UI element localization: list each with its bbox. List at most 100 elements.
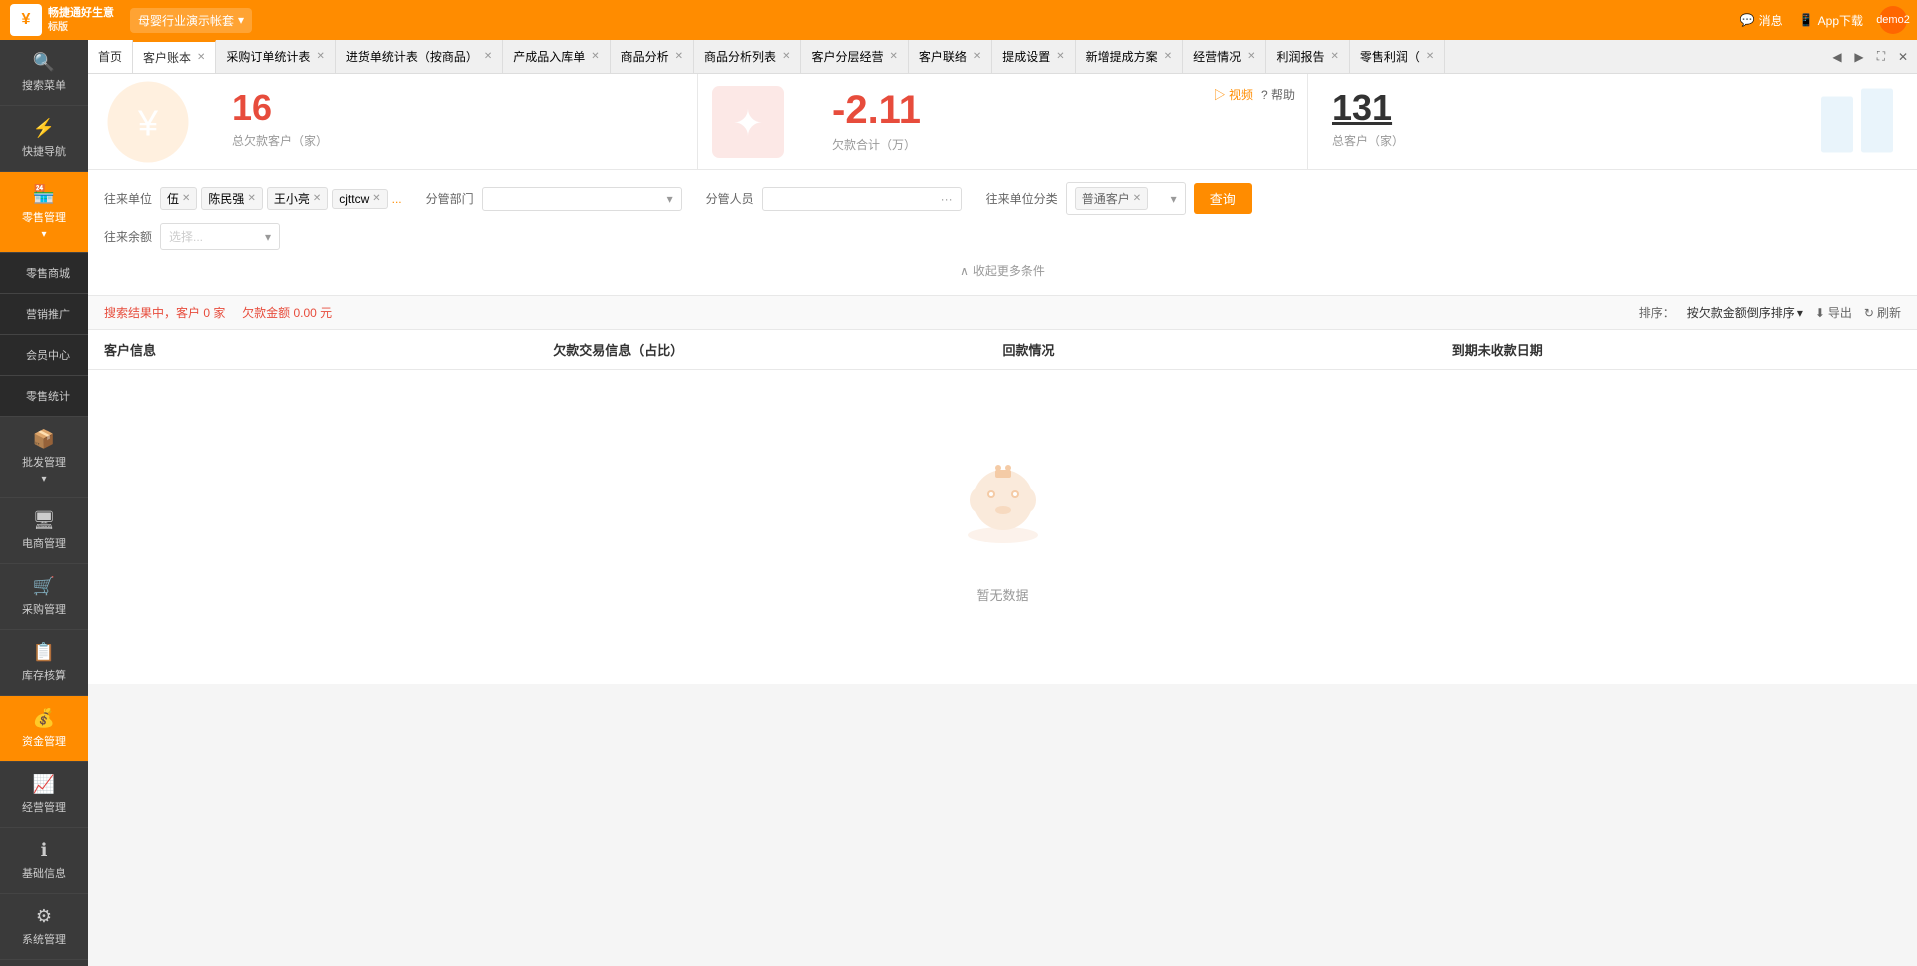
sidebar-item-system[interactable]: ⚙ 系统管理 [0,894,88,960]
finance-icon: 💰 [33,708,55,729]
tab-retail-profit[interactable]: 零售利润（ ✕ [1350,40,1445,74]
tab-customer-account[interactable]: 客户账本 ✕ [133,40,216,74]
industry-selector[interactable]: 母婴行业演示帐套 ▾ [130,8,252,33]
sidebar-item-wholesale[interactable]: 📦 批发管理 ▾ [0,417,88,498]
unit-class-dropdown-icon: ▾ [1171,192,1177,206]
tab-nav-btns: ◀ ▶ ⛶ ✕ [1823,47,1917,67]
table-header: 客户信息 欠款交易信息（占比） 回款情况 到期未收款日期 [88,330,1917,370]
tag-close-chen[interactable]: ✕ [247,193,255,204]
stat-customers-value: 16 [232,90,328,126]
video-btn[interactable]: ▷ 视频 [1214,86,1253,103]
results-actions: 排序： 按欠款金额倒序排序 ▾ ⬇ 导出 ↻ 刷新 [1639,304,1901,321]
tab-close-icon[interactable]: ✕ [1331,51,1339,62]
logo-icon: ¥ [10,4,42,36]
ecom-icon: 🖥 [33,510,56,531]
tab-home[interactable]: 首页 [88,40,133,74]
export-btn[interactable]: ⬇ 导出 [1815,304,1852,321]
download-btn[interactable]: 📱 App下载 [1799,12,1863,29]
tag-close-cj[interactable]: ✕ [372,193,380,204]
sidebar-item-retail[interactable]: 🏪 零售管理 ▾ [0,172,88,253]
tab-close-icon[interactable]: ✕ [782,51,790,62]
sidebar-item-collab[interactable]: 🤝 企业协同 [0,960,88,966]
tab-bar: 首页 客户账本 ✕ 采购订单统计表 ✕ 进货单统计表（按商品） ✕ 产成品入库单… [88,40,1917,74]
app-wrapper: ¥ 畅捷通好生意 标版 母婴行业演示帐套 ▾ 💬 消息 📱 App下载 demo… [0,0,1917,966]
balance-dropdown-icon: ▾ [265,230,271,244]
filter-more-btn[interactable]: ... [392,192,402,206]
sidebar-item-purchase[interactable]: 🛒 采购管理 [0,564,88,630]
stat-block-customers: ¥ 16 总欠款客户（家） [88,74,698,169]
sidebar-item-marketing[interactable]: 营销推广 [0,294,88,335]
sidebar-item-operation[interactable]: 📈 经营管理 [0,762,88,828]
empty-state: 暂无数据 [88,370,1917,684]
sort-dropdown-icon: ▾ [1797,306,1803,320]
tab-product-analysis-list[interactable]: 商品分析列表 ✕ [694,40,801,74]
balance-select[interactable]: 选择... ▾ [160,223,280,250]
tab-new-commission[interactable]: 新增提成方案 ✕ [1076,40,1183,74]
tab-close-icon[interactable]: ✕ [484,51,492,62]
tab-close-icon[interactable]: ✕ [973,51,981,62]
dept-select[interactable]: ▾ [482,187,682,211]
dept-dropdown-icon: ▾ [667,192,673,206]
tag-close-wu[interactable]: ✕ [182,193,190,204]
sidebar-item-member[interactable]: 会员中心 [0,335,88,376]
export-icon: ⬇ [1815,306,1825,320]
person-select[interactable]: ··· [762,187,962,211]
tab-next-btn[interactable]: ▶ [1849,47,1869,67]
tab-stock-stat[interactable]: 进货单统计表（按商品） ✕ [336,40,503,74]
tab-prev-btn[interactable]: ◀ [1827,47,1847,67]
page-content: ¥ 16 总欠款客户（家） ✦ -2.11 欠款合计（万） [88,74,1917,966]
tab-close-icon[interactable]: ✕ [1164,51,1172,62]
collapse-icon: ∧ [960,264,969,278]
tab-close-icon[interactable]: ✕ [675,51,683,62]
results-info: 搜索结果中，客户 0 家 欠款金额 0.00 元 [104,304,332,321]
help-btn[interactable]: ? 帮助 [1261,86,1295,103]
quick-icon: ⚡ [33,118,55,139]
tab-maximize-btn[interactable]: ⛶ [1871,47,1891,67]
tab-close-icon[interactable]: ✕ [1426,51,1434,62]
tab-close-all-btn[interactable]: ✕ [1893,47,1913,67]
sidebar-item-search[interactable]: 🔍 搜索菜单 [0,40,88,106]
stat-customers-label: 总欠款客户（家） [232,132,328,149]
sidebar-item-quick[interactable]: ⚡ 快捷导航 [0,106,88,172]
unit-class-label: 往来单位分类 [986,190,1058,207]
stats-header: ¥ 16 总欠款客户（家） ✦ -2.11 欠款合计（万） [88,74,1917,170]
unit-class-select[interactable]: 普通客户 ✕ ▾ [1066,182,1186,215]
message-icon: 💬 [1740,13,1755,27]
message-btn[interactable]: 💬 消息 [1740,12,1783,29]
stat-total-value[interactable]: 131 [1332,90,1392,126]
avatar: demo2 [1879,6,1907,34]
user-menu[interactable]: demo2 [1879,6,1907,34]
stat-amount-label: 欠款合计（万） [832,136,921,153]
sidebar-item-retail-stat[interactable]: 零售统计 [0,376,88,417]
purchase-icon: 🛒 [33,576,55,597]
unit-class-tag-close[interactable]: ✕ [1133,193,1141,204]
sidebar-item-basic[interactable]: ℹ 基础信息 [0,828,88,894]
sidebar-item-ecom[interactable]: 🖥 电商管理 [0,498,88,564]
tab-product-in[interactable]: 产成品入库单 ✕ [503,40,610,74]
sort-select[interactable]: 按欠款金额倒序排序 ▾ [1687,304,1803,321]
tab-close-icon[interactable]: ✕ [1247,51,1255,62]
tab-customer-contact[interactable]: 客户联络 ✕ [909,40,992,74]
query-button[interactable]: 查询 [1194,183,1252,214]
sidebar-item-retail-shop[interactable]: 零售商城 [0,253,88,294]
tab-customer-layer[interactable]: 客户分层经营 ✕ [801,40,908,74]
tab-product-analysis[interactable]: 商品分析 ✕ [611,40,694,74]
empty-illustration [953,450,1053,569]
tab-close-icon[interactable]: ✕ [1056,51,1064,62]
tab-profit-report[interactable]: 利润报告 ✕ [1266,40,1349,74]
tab-purchase-order[interactable]: 采购订单统计表 ✕ [216,40,335,74]
tab-close-icon[interactable]: ✕ [591,51,599,62]
tab-operation[interactable]: 经营情况 ✕ [1183,40,1266,74]
tab-commission-setting[interactable]: 提成设置 ✕ [992,40,1075,74]
sidebar-item-inventory[interactable]: 📋 库存核算 [0,630,88,696]
tab-close-icon[interactable]: ✕ [889,51,897,62]
sidebar-item-finance[interactable]: 💰 资金管理 [0,696,88,762]
collapse-btn[interactable]: ∧ 收起更多条件 [956,258,1049,283]
tag-close-wang[interactable]: ✕ [313,193,321,204]
refresh-btn[interactable]: ↻ 刷新 [1864,304,1901,321]
col-header-debt: 欠款交易信息（占比） [553,340,1002,359]
tab-close-icon[interactable]: ✕ [316,51,324,62]
basic-icon: ℹ [41,840,48,861]
unit-tag-wang: 王小亮 ✕ [267,187,328,210]
tab-close-icon[interactable]: ✕ [197,52,205,63]
